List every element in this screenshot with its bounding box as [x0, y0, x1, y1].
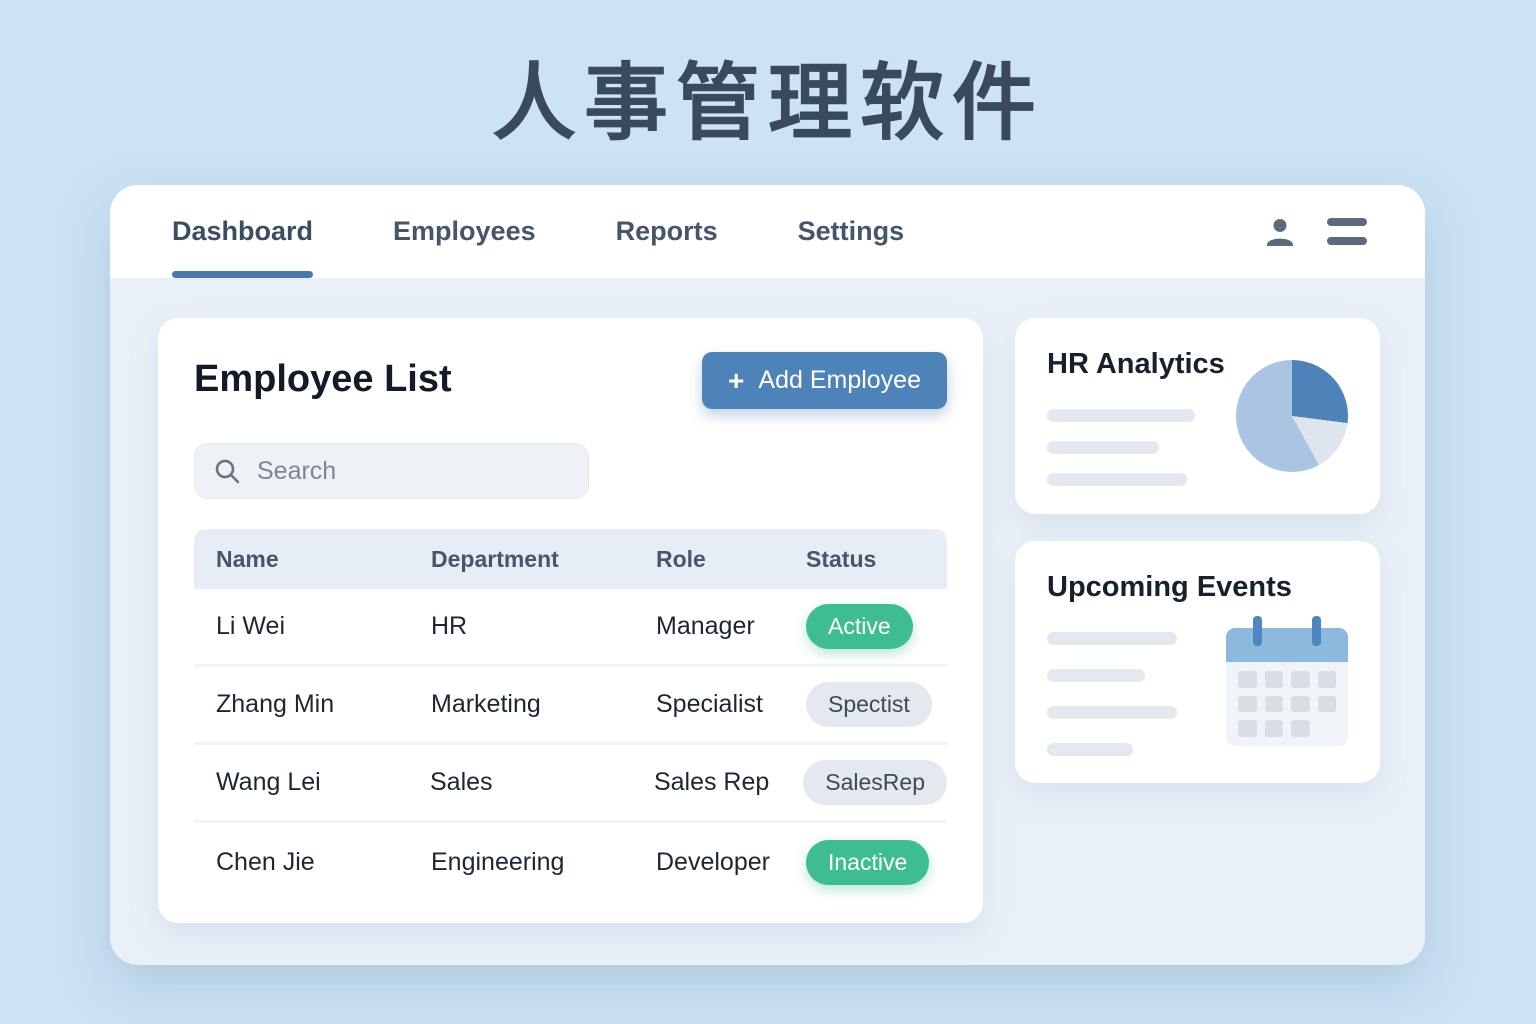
menu-icon[interactable] — [1327, 218, 1367, 245]
column-header-status: Status — [806, 545, 877, 572]
user-icon[interactable] — [1263, 215, 1297, 249]
analytics-placeholder-lines — [1047, 409, 1225, 486]
search-box — [194, 443, 589, 499]
cell-role: Developer — [656, 847, 770, 876]
nav-bar: Dashboard Employees Reports Settings — [110, 185, 1425, 278]
column-header-department: Department — [431, 545, 559, 572]
search-input[interactable] — [257, 456, 570, 486]
cell-name: Wang Lei — [216, 768, 321, 796]
table-row[interactable]: Chen Jie Engineering Developer Inactive — [194, 823, 947, 901]
hr-analytics-title: HR Analytics — [1047, 348, 1225, 380]
status-badge: SalesRep — [803, 760, 947, 805]
calendar-icon — [1226, 616, 1348, 746]
upcoming-events-title: Upcoming Events — [1047, 571, 1292, 603]
table-header: Name Department Role Status — [194, 529, 947, 589]
nav-actions — [1263, 215, 1367, 249]
search-icon — [215, 459, 240, 484]
hr-analytics-card: HR Analytics — [1015, 318, 1380, 514]
status-badge: Spectist — [806, 682, 932, 727]
table-row[interactable]: Wang Lei Sales Sales Rep SalesRep — [194, 745, 947, 823]
cell-name: Li Wei — [216, 612, 286, 640]
upcoming-events-card: Upcoming Events — [1015, 541, 1380, 783]
add-employee-label: Add Employee — [758, 366, 921, 394]
cell-department: Marketing — [431, 690, 541, 718]
status-badge: Active — [806, 604, 913, 649]
page-title: 人事管理软件 — [491, 56, 1044, 150]
events-placeholder-lines — [1047, 632, 1177, 756]
employee-list-panel: Employee List + Add Employee Name Depart… — [158, 318, 983, 923]
status-badge: Inactive — [806, 839, 930, 885]
app-window: Dashboard Employees Reports Settings Emp… — [110, 185, 1425, 965]
plus-icon: + — [728, 364, 745, 396]
tab-reports[interactable]: Reports — [616, 185, 718, 278]
cell-role: Sales Rep — [653, 768, 770, 796]
tab-dashboard[interactable]: Dashboard — [172, 185, 314, 278]
content-area: Employee List + Add Employee Name Depart… — [110, 278, 1425, 923]
cell-name: Chen Jie — [216, 847, 315, 876]
employee-table: Name Department Role Status Li Wei HR Ma… — [194, 529, 947, 901]
cell-department: HR — [431, 612, 468, 640]
cell-department: Sales — [430, 768, 493, 796]
tab-employees[interactable]: Employees — [393, 185, 536, 278]
pie-chart — [1236, 360, 1348, 472]
panel-title: Employee List — [194, 358, 452, 400]
sidebar: HR Analytics Upcoming Events — [1015, 318, 1380, 923]
cell-role: Manager — [656, 612, 755, 640]
cell-name: Zhang Min — [216, 690, 335, 718]
table-row[interactable]: Li Wei HR Manager Active — [194, 589, 947, 667]
tab-settings[interactable]: Settings — [798, 185, 905, 278]
cell-role: Specialist — [656, 690, 763, 718]
table-row[interactable]: Zhang Min Marketing Specialist Spectist — [194, 667, 947, 745]
cell-department: Engineering — [431, 847, 565, 876]
add-employee-button[interactable]: + Add Employee — [702, 352, 947, 409]
column-header-name: Name — [216, 545, 279, 572]
column-header-role: Role — [656, 545, 706, 572]
